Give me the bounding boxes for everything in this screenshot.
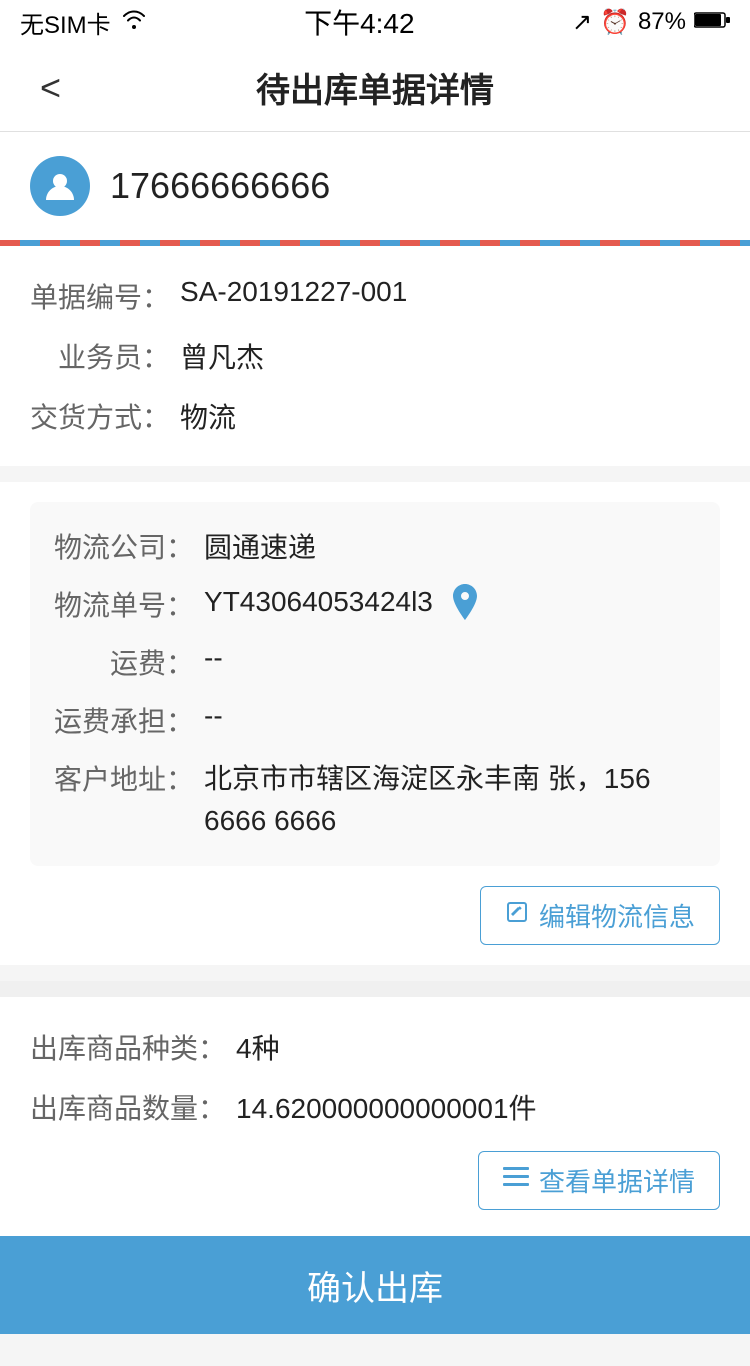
- list-icon: [503, 1165, 529, 1196]
- view-detail-button[interactable]: 查看单据详情: [478, 1151, 720, 1210]
- freight-label: 运费：: [54, 642, 204, 682]
- product-quantity-value: 14.620000000000001件: [236, 1087, 720, 1127]
- freight-bear-value: --: [204, 700, 696, 732]
- main-content: 17666666666 单据编号： SA-20191227-001 业务员： 曾…: [0, 132, 750, 1366]
- address-value: 北京市市辖区海淀区永丰南 张，156 6666 6666: [204, 758, 696, 842]
- product-quantity-row: 出库商品数量： 14.620000000000001件: [30, 1087, 720, 1127]
- logistics-company-label: 物流公司：: [54, 526, 204, 566]
- edit-btn-row: 编辑物流信息: [30, 886, 720, 945]
- back-button[interactable]: <: [30, 57, 71, 119]
- tracking-number-label: 物流单号：: [54, 584, 204, 624]
- freight-row: 运费： --: [54, 642, 696, 682]
- delivery-method-row: 交货方式： 物流: [30, 396, 720, 436]
- product-quantity-label: 出库商品数量：: [30, 1087, 236, 1127]
- status-bar: 无SIM卡 下午4:42 ↗ ⏰ 87%: [0, 0, 750, 44]
- address-row: 客户地址： 北京市市辖区海淀区永丰南 张，156 6666 6666: [54, 758, 696, 842]
- confirm-bar[interactable]: 确认出库: [0, 1236, 750, 1334]
- section-divider: [0, 981, 750, 997]
- detail-btn-row: 查看单据详情: [30, 1151, 720, 1210]
- delivery-method-label: 交货方式：: [30, 396, 180, 436]
- customer-phone: 17666666666: [110, 165, 330, 207]
- edit-logistics-button[interactable]: 编辑物流信息: [480, 886, 720, 945]
- edit-logistics-label: 编辑物流信息: [539, 897, 695, 934]
- avatar: [30, 156, 90, 216]
- battery-text: 87%: [638, 8, 686, 36]
- freight-bear-row: 运费承担： --: [54, 700, 696, 740]
- sales-person-label: 业务员：: [30, 336, 180, 376]
- logistics-card: 物流公司： 圆通速递 物流单号： YT43064053424l3 运费： --: [30, 502, 720, 866]
- address-label: 客户地址：: [54, 758, 204, 798]
- location-status-icon: ↗: [572, 8, 592, 37]
- document-number-row: 单据编号： SA-20191227-001: [30, 276, 720, 316]
- base-info-section: 单据编号： SA-20191227-001 业务员： 曾凡杰 交货方式： 物流: [0, 246, 750, 466]
- confirm-button-label: 确认出库: [307, 1261, 443, 1310]
- document-number-label: 单据编号：: [30, 276, 180, 316]
- product-types-value: 4种: [236, 1027, 720, 1067]
- map-pin-icon[interactable]: [447, 584, 483, 620]
- edit-icon: [505, 900, 529, 931]
- logistics-company-row: 物流公司： 圆通速递: [54, 526, 696, 566]
- freight-value: --: [204, 642, 696, 674]
- product-types-row: 出库商品种类： 4种: [30, 1027, 720, 1067]
- battery-icon: [694, 8, 730, 36]
- sales-person-row: 业务员： 曾凡杰: [30, 336, 720, 376]
- nav-bar: < 待出库单据详情: [0, 44, 750, 132]
- sales-person-value: 曾凡杰: [180, 336, 720, 376]
- alarm-icon: ⏰: [600, 8, 630, 37]
- page-title: 待出库单据详情: [256, 63, 494, 112]
- logistics-company-value: 圆通速递: [204, 526, 696, 566]
- summary-section: 出库商品种类： 4种 出库商品数量： 14.620000000000001件 查…: [0, 997, 750, 1240]
- view-detail-label: 查看单据详情: [539, 1162, 695, 1199]
- tracking-number-row: 物流单号： YT43064053424l3: [54, 584, 696, 624]
- sim-status: 无SIM卡: [20, 5, 111, 40]
- status-time: 下午4:42: [304, 2, 415, 42]
- document-number-value: SA-20191227-001: [180, 276, 720, 308]
- product-types-label: 出库商品种类：: [30, 1027, 236, 1067]
- status-right: ↗ ⏰ 87%: [572, 8, 730, 37]
- logistics-section: 物流公司： 圆通速递 物流单号： YT43064053424l3 运费： --: [0, 482, 750, 965]
- customer-header: 17666666666: [0, 132, 750, 240]
- delivery-method-value: 物流: [180, 396, 720, 436]
- freight-bear-label: 运费承担：: [54, 700, 204, 740]
- tracking-number-value: YT43064053424l3: [204, 584, 483, 620]
- status-left: 无SIM卡: [20, 5, 147, 40]
- wifi-icon: [121, 8, 147, 36]
